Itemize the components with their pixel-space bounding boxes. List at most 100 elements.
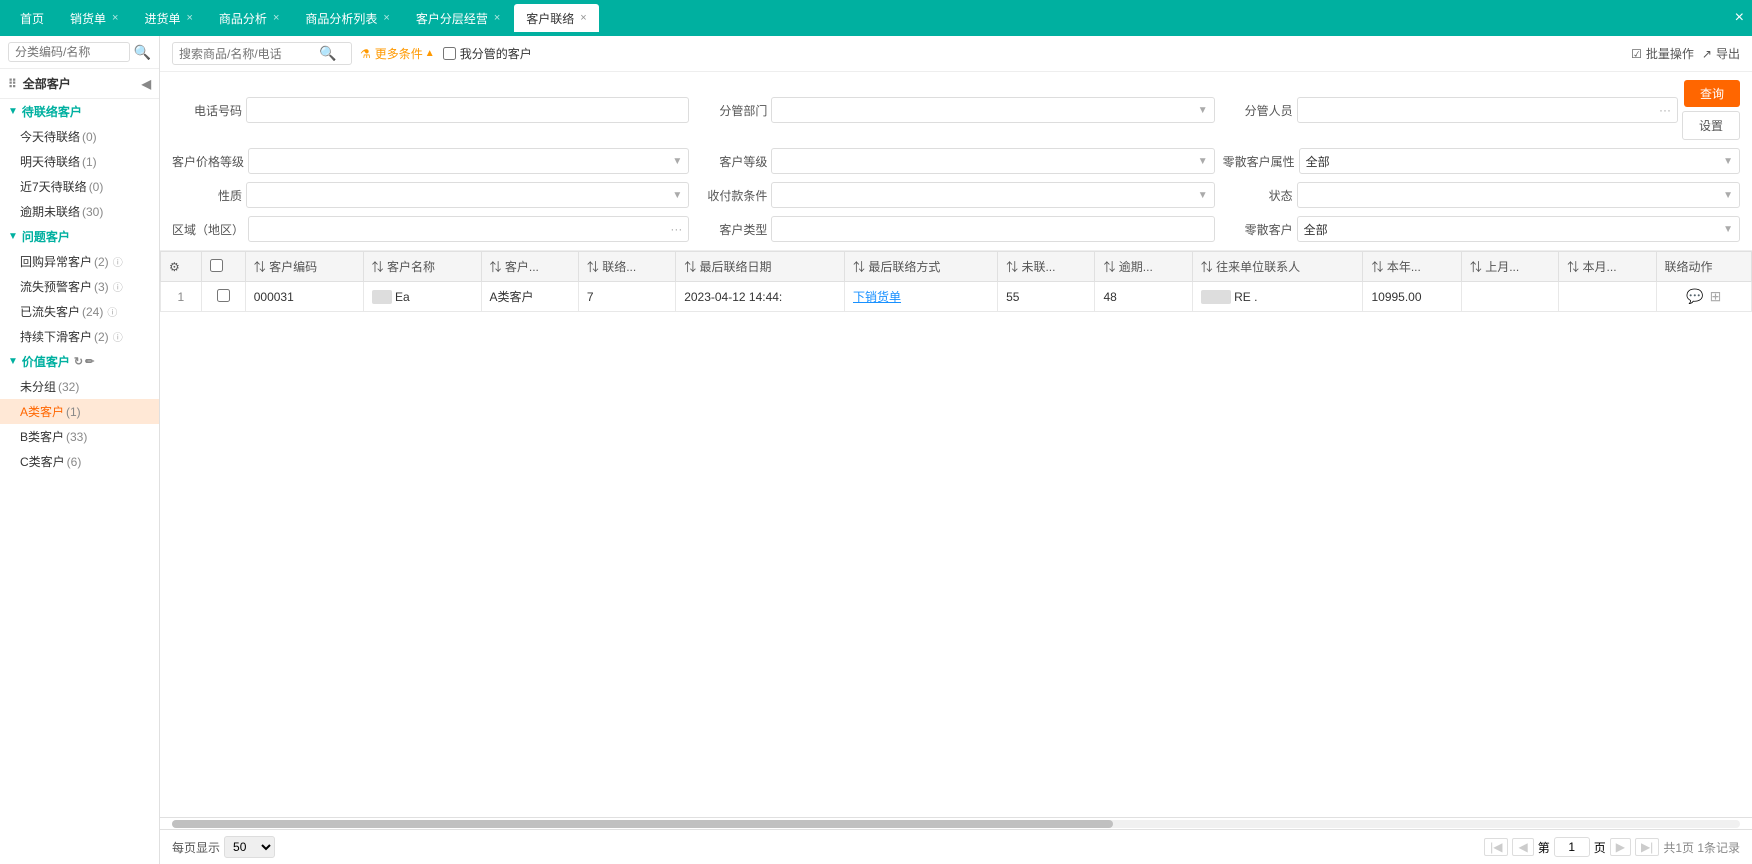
tab-sales[interactable]: 销货单 × — [58, 4, 130, 32]
sidebar-group-value[interactable]: ▼ 价值客户 ↻ ✏ — [0, 349, 159, 374]
th-customer-type[interactable]: ⇅ 客户... — [481, 252, 578, 282]
phone-filter-input[interactable] — [246, 97, 689, 123]
customer-type-input[interactable] — [771, 216, 1214, 242]
dept-arrow-icon: ▼ — [1198, 105, 1208, 116]
tab-customer-tier[interactable]: 客户分层经营 × — [404, 4, 512, 32]
horizontal-scrollbar[interactable] — [160, 817, 1752, 829]
page-number-input[interactable] — [1554, 837, 1590, 857]
sidebar-item-a-class[interactable]: A类客户 (1) — [0, 399, 159, 424]
th-checkbox[interactable] — [201, 252, 245, 282]
sidebar-collapse-button[interactable]: ◀ — [142, 77, 151, 91]
per-page-select[interactable]: 50 100 200 — [224, 836, 275, 858]
sidebar-item-tomorrow-pending[interactable]: 明天待联络 (1) — [0, 149, 159, 174]
th-name[interactable]: ⇅ 客户名称 — [363, 252, 481, 282]
funnel-icon: ⚗ — [360, 47, 371, 61]
sidebar-item-abnormal-repurchase[interactable]: 回购异常客户 (2) ⓘ — [0, 249, 159, 274]
next-page-button[interactable]: ▶ — [1610, 838, 1631, 856]
value-refresh-icon[interactable]: ↻ — [74, 355, 83, 368]
first-page-button[interactable]: |◀ — [1484, 838, 1508, 856]
th-this-month[interactable]: ⇅ 本月... — [1559, 252, 1656, 282]
th-unit-contact[interactable]: ⇅ 往来单位联系人 — [1192, 252, 1363, 282]
tab-purchase-close[interactable]: × — [186, 12, 192, 24]
sidebar-group-problem[interactable]: ▼ 问题客户 — [0, 224, 159, 249]
tab-analysis[interactable]: 商品分析 × — [207, 4, 291, 32]
price-tier-select[interactable]: ▼ — [248, 148, 689, 174]
last-contact-method-value[interactable]: 下销货单 — [853, 290, 901, 304]
sidebar-search-button[interactable]: 🔍 — [134, 44, 151, 61]
value-edit-icon[interactable]: ✏ — [85, 355, 94, 368]
sidebar-item-declining[interactable]: 持续下滑客户 (2) ⓘ — [0, 324, 159, 349]
b-class-count: (33) — [66, 430, 87, 444]
th-code[interactable]: ⇅ 客户编码 — [245, 252, 363, 282]
scrollbar-track[interactable] — [172, 820, 1740, 828]
tab-analysis-close[interactable]: × — [273, 12, 279, 24]
sidebar-group-pending[interactable]: ▼ 待联络客户 — [0, 99, 159, 124]
region-input[interactable]: ··· — [248, 216, 689, 242]
tab-analysis-list-close[interactable]: × — [383, 12, 389, 24]
declining-info-icon[interactable]: ⓘ — [113, 329, 123, 344]
export-button[interactable]: ↗ 导出 — [1702, 45, 1740, 62]
filter-search-icon[interactable]: 🔍 — [319, 45, 336, 62]
sidebar-item-lost-customers[interactable]: 已流失客户 (24) ⓘ — [0, 299, 159, 324]
tab-customer-tier-close[interactable]: × — [494, 12, 500, 24]
sidebar-item-c-class[interactable]: C类客户 (6) — [0, 449, 159, 474]
retail-customer-value: 全部 — [1304, 221, 1328, 238]
year-sort-icon: ⇅ — [1371, 260, 1383, 274]
retail-customer-select[interactable]: 全部 ▼ — [1297, 216, 1740, 242]
tab-customer-contact[interactable]: 客户联络 × — [514, 4, 598, 32]
th-last-contact-method[interactable]: ⇅ 最后联络方式 — [845, 252, 998, 282]
grid-action-icon[interactable]: ⊞ — [1710, 288, 1722, 305]
tab-sales-close[interactable]: × — [112, 12, 118, 24]
th-contact-count[interactable]: ⇅ 联络... — [578, 252, 675, 282]
th-gear[interactable]: ⚙ — [161, 252, 202, 282]
th-last-month[interactable]: ⇅ 上月... — [1461, 252, 1558, 282]
sidebar-item-no-group[interactable]: 未分组 (32) — [0, 374, 159, 399]
row-checkbox-cell[interactable] — [201, 282, 245, 312]
nature-select[interactable]: ▼ — [246, 182, 689, 208]
manager-filter-input[interactable]: ··· — [1297, 97, 1678, 123]
lost-customers-info-icon[interactable]: ⓘ — [107, 304, 117, 319]
select-all-checkbox[interactable] — [210, 259, 223, 272]
sidebar-search-input[interactable] — [8, 42, 130, 62]
row-checkbox[interactable] — [217, 289, 230, 302]
sidebar-item-b-class[interactable]: B类客户 (33) — [0, 424, 159, 449]
row-actions-cell: 💬 ⊞ — [1656, 282, 1751, 312]
window-close-button[interactable]: × — [1735, 9, 1744, 27]
customer-code-value: 000031 — [254, 290, 294, 304]
prev-page-button[interactable]: ◀ — [1512, 838, 1533, 856]
filter-more-conditions[interactable]: ⚗ 更多条件 ▲ — [360, 45, 435, 62]
th-not-contacted[interactable]: ⇅ 未联... — [998, 252, 1095, 282]
payment-select[interactable]: ▼ — [771, 182, 1214, 208]
sidebar-item-overdue[interactable]: 逾期未联络 (30) — [0, 199, 159, 224]
customer-tier-select[interactable]: ▼ — [771, 148, 1214, 174]
retail-attr-select[interactable]: 全部 ▼ — [1299, 148, 1740, 174]
code-sort-icon: ⇅ — [254, 260, 266, 274]
chat-icon[interactable]: 💬 — [1686, 288, 1703, 305]
batch-operation-button[interactable]: ☑ 批量操作 — [1631, 45, 1694, 62]
status-select[interactable]: ▼ — [1297, 182, 1740, 208]
filter-search-input[interactable] — [179, 47, 319, 61]
tab-purchase[interactable]: 进货单 × — [132, 4, 204, 32]
pending-arrow-icon: ▼ — [8, 106, 18, 117]
today-pending-label: 今天待联络 — [20, 128, 80, 145]
settings-button[interactable]: 设置 — [1682, 111, 1740, 140]
sidebar-item-today-pending[interactable]: 今天待联络 (0) — [0, 124, 159, 149]
sidebar-item-week-pending[interactable]: 近7天待联络 (0) — [0, 174, 159, 199]
scrollbar-thumb[interactable] — [172, 820, 1113, 828]
th-this-year[interactable]: ⇅ 本年... — [1363, 252, 1461, 282]
th-last-contact-date[interactable]: ⇅ 最后联络日期 — [676, 252, 845, 282]
tab-analysis-list[interactable]: 商品分析列表 × — [293, 4, 401, 32]
contact-count-value: 7 — [587, 290, 594, 304]
tab-home[interactable]: 首页 — [8, 4, 56, 32]
this-month-cell — [1559, 282, 1656, 312]
my-customers-checkbox[interactable] — [443, 47, 456, 60]
dept-filter-select[interactable]: ▼ — [771, 97, 1214, 123]
date-sort-icon: ⇅ — [684, 260, 696, 274]
loss-warning-info-icon[interactable]: ⓘ — [113, 279, 123, 294]
abnormal-repurchase-info-icon[interactable]: ⓘ — [113, 254, 123, 269]
last-page-button[interactable]: ▶| — [1635, 838, 1659, 856]
sidebar-item-loss-warning[interactable]: 流失预警客户 (3) ⓘ — [0, 274, 159, 299]
th-overdue[interactable]: ⇅ 逾期... — [1095, 252, 1192, 282]
query-button[interactable]: 查询 — [1684, 80, 1740, 107]
tab-customer-contact-close[interactable]: × — [580, 12, 586, 24]
